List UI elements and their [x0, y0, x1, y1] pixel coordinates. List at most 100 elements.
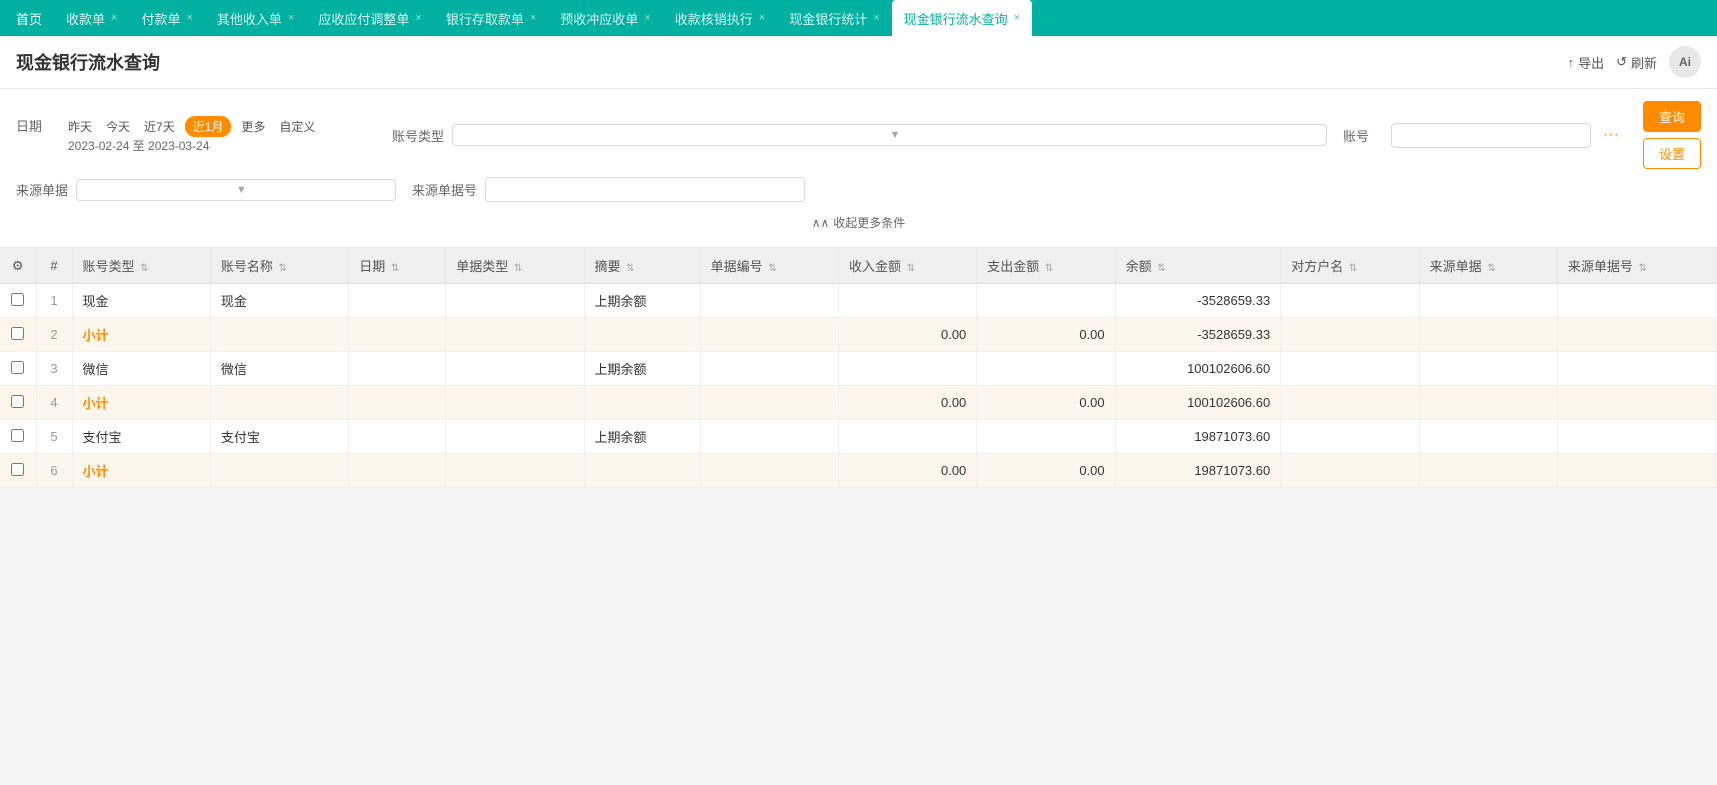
cell-date [349, 454, 446, 488]
cell-account-type: 小计 [72, 386, 210, 420]
cell-date [349, 386, 446, 420]
close-icon[interactable]: × [873, 12, 879, 24]
nav-tab[interactable]: 应收应付调整单× [306, 0, 433, 36]
cell-date [349, 420, 446, 454]
close-icon[interactable]: × [1014, 12, 1020, 24]
close-icon[interactable]: × [759, 12, 765, 24]
th-summary[interactable]: 摘要 ⇅ [584, 248, 700, 284]
close-icon[interactable]: × [530, 12, 536, 24]
nav-tab[interactable]: 其他收入单× [205, 0, 306, 36]
account-input[interactable] [1391, 123, 1591, 148]
row-index: 6 [36, 454, 72, 488]
close-icon[interactable]: × [111, 12, 117, 24]
nav-tab[interactable]: 银行存取款单× [434, 0, 548, 36]
account-dots-button[interactable]: ··· [1603, 126, 1619, 144]
date-option[interactable]: 今天 [102, 116, 134, 137]
close-icon[interactable]: × [186, 12, 192, 24]
nav-tab[interactable]: 付款单× [129, 0, 204, 36]
cell-source-doc-no [1557, 352, 1716, 386]
cell-source-doc [1419, 386, 1557, 420]
account-group: 账号 ··· [1343, 123, 1619, 148]
filter-row-source: 来源单据 ▼ 来源单据号 [16, 177, 1701, 202]
row-checkbox[interactable] [0, 318, 36, 352]
export-button[interactable]: ↑ 导出 [1568, 53, 1605, 72]
source-doc-no-input[interactable] [485, 177, 805, 202]
cell-source-doc-no [1557, 454, 1716, 488]
cell-source-doc-no [1557, 318, 1716, 352]
source-doc-select[interactable]: ▼ [76, 179, 396, 201]
cell-balance: -3528659.33 [1115, 284, 1281, 318]
collapse-button[interactable]: ∧∧ 收起更多条件 [16, 210, 1701, 235]
row-checkbox[interactable] [0, 352, 36, 386]
table-row: 1现金现金上期余额-3528659.33 [0, 284, 1717, 318]
avatar[interactable]: Ai [1669, 46, 1701, 78]
table-row: 5支付宝支付宝上期余额19871073.60 [0, 420, 1717, 454]
cell-counterpart [1281, 386, 1419, 420]
nav-tab[interactable]: 收款核销执行× [663, 0, 777, 36]
cell-summary [584, 454, 700, 488]
th-income[interactable]: 收入金额 ⇅ [838, 248, 976, 284]
table-row: 2小计0.000.00-3528659.33 [0, 318, 1717, 352]
refresh-button[interactable]: ↺ 刷新 [1616, 53, 1657, 72]
row-checkbox[interactable] [0, 386, 36, 420]
cell-counterpart [1281, 420, 1419, 454]
row-checkbox[interactable] [0, 454, 36, 488]
close-icon[interactable]: × [288, 12, 294, 24]
refresh-label: 刷新 [1631, 53, 1657, 72]
th-source-doc-no[interactable]: 来源单据号 ⇅ [1557, 248, 1716, 284]
row-checkbox[interactable] [0, 420, 36, 454]
date-option[interactable]: 近7天 [140, 116, 179, 137]
th-account-name[interactable]: 账号名称 ⇅ [210, 248, 348, 284]
cell-income: 0.00 [838, 318, 976, 352]
account-type-select[interactable]: ▼ [452, 124, 1327, 146]
query-button[interactable]: 查询 [1643, 101, 1701, 132]
th-account-type[interactable]: 账号类型 ⇅ [72, 248, 210, 284]
nav-tab[interactable]: 预收冲应收单× [548, 0, 662, 36]
collapse-up-icon: ∧∧ [812, 216, 830, 230]
nav-tab[interactable]: 现金银行流水查询× [892, 0, 1032, 36]
nav-home[interactable]: 首页 [4, 0, 54, 36]
nav-tab[interactable]: 现金银行统计× [777, 0, 891, 36]
date-option[interactable]: 自定义 [275, 116, 319, 137]
th-date[interactable]: 日期 ⇅ [349, 248, 446, 284]
cell-summary: 上期余额 [584, 420, 700, 454]
date-label: 日期 [16, 116, 56, 135]
row-index: 4 [36, 386, 72, 420]
export-label: 导出 [1578, 53, 1604, 72]
th-expense[interactable]: 支出金额 ⇅ [977, 248, 1115, 284]
cell-account-type: 现金 [72, 284, 210, 318]
cell-summary [584, 318, 700, 352]
row-checkbox[interactable] [0, 284, 36, 318]
date-options-wrapper: 昨天今天近7天近1月更多自定义 2023-02-24 至 2023-03-24 [64, 116, 319, 154]
th-balance[interactable]: 余额 ⇅ [1115, 248, 1281, 284]
row-index: 3 [36, 352, 72, 386]
th-counterpart[interactable]: 对方户名 ⇅ [1281, 248, 1419, 284]
nav-tab[interactable]: 收款单× [54, 0, 129, 36]
settings-button[interactable]: 设置 [1643, 138, 1701, 169]
cell-date [349, 284, 446, 318]
cell-account-name: 现金 [210, 284, 348, 318]
cell-account-name [210, 318, 348, 352]
cell-doc-type [446, 454, 584, 488]
date-option[interactable]: 昨天 [64, 116, 96, 137]
cell-source-doc [1419, 454, 1557, 488]
account-type-label: 账号类型 [392, 126, 444, 145]
th-source-doc[interactable]: 来源单据 ⇅ [1419, 248, 1557, 284]
cell-doc-type [446, 318, 584, 352]
date-option[interactable]: 近1月 [185, 116, 232, 137]
cell-income: 0.00 [838, 386, 976, 420]
cell-date [349, 352, 446, 386]
close-icon[interactable]: × [644, 12, 650, 24]
chevron-down-icon: ▼ [890, 129, 1319, 141]
cell-doc-type [446, 284, 584, 318]
chevron-down-icon-2: ▼ [236, 184, 387, 196]
th-doc-type[interactable]: 单据类型 ⇅ [446, 248, 584, 284]
date-option[interactable]: 更多 [237, 116, 269, 137]
th-doc-no[interactable]: 单据编号 ⇅ [700, 248, 838, 284]
data-table: ⚙ # 账号类型 ⇅ 账号名称 ⇅ 日期 ⇅ 单据类型 ⇅ 摘要 ⇅ 单据编号 … [0, 248, 1717, 488]
close-icon[interactable]: × [415, 12, 421, 24]
cell-counterpart [1281, 318, 1419, 352]
export-icon: ↑ [1568, 55, 1575, 70]
source-doc-group: 来源单据 ▼ [16, 179, 396, 201]
th-gear[interactable]: ⚙ [0, 248, 36, 284]
